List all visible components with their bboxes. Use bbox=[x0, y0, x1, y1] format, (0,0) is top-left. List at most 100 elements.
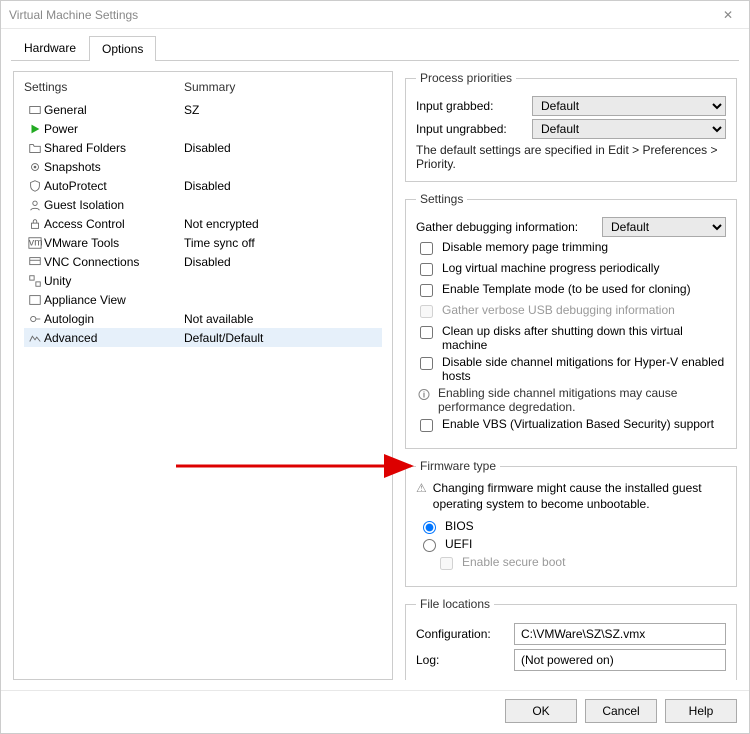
chk-verbose-usb bbox=[420, 305, 433, 318]
chk-cleanup-disks-label: Clean up disks after shutting down this … bbox=[442, 324, 726, 352]
radio-uefi[interactable] bbox=[423, 539, 436, 552]
chk-disable-scm[interactable] bbox=[420, 357, 433, 370]
tab-hardware[interactable]: Hardware bbox=[11, 35, 89, 60]
radio-uefi-label: UEFI bbox=[445, 537, 472, 551]
group-settings: Settings Gather debugging information: D… bbox=[405, 192, 737, 449]
cancel-button[interactable]: Cancel bbox=[585, 699, 657, 723]
legend-settings: Settings bbox=[416, 192, 467, 206]
tools-icon: vm bbox=[26, 236, 44, 250]
warning-icon: ⚠ bbox=[416, 481, 427, 512]
list-item-appliance-view[interactable]: Appliance View bbox=[24, 290, 382, 309]
titlebar: Virtual Machine Settings ✕ bbox=[1, 1, 749, 29]
list-item-label: Snapshots bbox=[44, 160, 184, 174]
group-process-priorities: Process priorities Input grabbed: Defaul… bbox=[405, 71, 737, 182]
help-button[interactable]: Help bbox=[665, 699, 737, 723]
list-item-label: VNC Connections bbox=[44, 255, 184, 269]
tabstrip: Hardware Options bbox=[1, 29, 749, 60]
legend-process-priorities: Process priorities bbox=[416, 71, 516, 85]
radio-bios-label: BIOS bbox=[445, 519, 474, 533]
label-gather-debug: Gather debugging information: bbox=[416, 220, 596, 234]
list-item-guest-isolation[interactable]: Guest Isolation bbox=[24, 195, 382, 214]
radio-bios[interactable] bbox=[423, 521, 436, 534]
chk-template-mode[interactable] bbox=[420, 284, 433, 297]
ok-button[interactable]: OK bbox=[505, 699, 577, 723]
lock-icon bbox=[26, 217, 44, 231]
chk-disable-scm-label: Disable side channel mitigations for Hyp… bbox=[442, 355, 726, 383]
list-item-summary: Not encrypted bbox=[184, 217, 380, 231]
select-input-ungrabbed[interactable]: Default bbox=[532, 119, 726, 139]
label-input-grabbed: Input grabbed: bbox=[416, 99, 526, 113]
chk-log-progress-label: Log virtual machine progress periodicall… bbox=[442, 261, 659, 275]
list-item-label: General bbox=[44, 103, 184, 117]
group-firmware-type: Firmware type ⚠ Changing firmware might … bbox=[405, 459, 737, 587]
priority-note: The default settings are specified in Ed… bbox=[416, 143, 726, 171]
col-settings: Settings bbox=[24, 80, 184, 94]
window-title: Virtual Machine Settings bbox=[9, 8, 715, 22]
tab-options[interactable]: Options bbox=[89, 36, 156, 61]
list-item-label: Guest Isolation bbox=[44, 198, 184, 212]
label-configuration: Configuration: bbox=[416, 627, 506, 641]
unity-icon bbox=[26, 274, 44, 288]
list-item-summary: Time sync off bbox=[184, 236, 380, 250]
list-item-autoprotect[interactable]: AutoProtectDisabled bbox=[24, 176, 382, 195]
chk-log-progress[interactable] bbox=[420, 263, 433, 276]
list-item-unity[interactable]: Unity bbox=[24, 271, 382, 290]
snapshot-icon bbox=[26, 160, 44, 174]
chk-enable-vbs-label: Enable VBS (Virtualization Based Securit… bbox=[442, 417, 714, 431]
select-gather-debug[interactable]: Default bbox=[602, 217, 726, 237]
list-item-label: VMware Tools bbox=[44, 236, 184, 250]
guest-icon bbox=[26, 198, 44, 212]
list-item-vmware-tools[interactable]: vmVMware ToolsTime sync off bbox=[24, 233, 382, 252]
close-icon[interactable]: ✕ bbox=[715, 6, 741, 24]
list-item-summary: Not available bbox=[184, 312, 380, 326]
shield-icon bbox=[26, 179, 44, 193]
list-item-label: Autologin bbox=[44, 312, 184, 326]
list-item-label: Unity bbox=[44, 274, 184, 288]
list-item-vnc-connections[interactable]: VNC ConnectionsDisabled bbox=[24, 252, 382, 271]
legend-firmware: Firmware type bbox=[416, 459, 500, 473]
chk-verbose-usb-label: Gather verbose USB debugging information bbox=[442, 303, 675, 317]
chk-enable-vbs[interactable] bbox=[420, 419, 433, 432]
gear-icon bbox=[26, 103, 44, 117]
list-item-shared-folders[interactable]: Shared FoldersDisabled bbox=[24, 138, 382, 157]
group-file-locations: File locations Configuration: C:\VMWare\… bbox=[405, 597, 737, 680]
options-list[interactable]: Settings Summary GeneralSZPowerShared Fo… bbox=[13, 71, 393, 680]
vnc-icon bbox=[26, 255, 44, 269]
label-input-ungrabbed: Input ungrabbed: bbox=[416, 122, 526, 136]
chk-disable-trimming[interactable] bbox=[420, 242, 433, 255]
list-item-snapshots[interactable]: Snapshots bbox=[24, 157, 382, 176]
chk-secure-boot-label: Enable secure boot bbox=[462, 555, 565, 569]
list-item-general[interactable]: GeneralSZ bbox=[24, 100, 382, 119]
list-item-summary: Disabled bbox=[184, 255, 380, 269]
list-item-label: Access Control bbox=[44, 217, 184, 231]
list-item-summary: Disabled bbox=[184, 179, 380, 193]
list-item-label: Advanced bbox=[44, 331, 184, 345]
chk-disable-trimming-label: Disable memory page trimming bbox=[442, 240, 608, 254]
legend-file-locations: File locations bbox=[416, 597, 494, 611]
value-log: (Not powered on) bbox=[514, 649, 726, 671]
svg-text:vm: vm bbox=[29, 236, 42, 248]
list-item-advanced[interactable]: AdvancedDefault/Default bbox=[24, 328, 382, 347]
list-item-label: AutoProtect bbox=[44, 179, 184, 193]
chk-cleanup-disks[interactable] bbox=[420, 326, 433, 339]
list-item-summary: SZ bbox=[184, 103, 380, 117]
list-item-autologin[interactable]: AutologinNot available bbox=[24, 309, 382, 328]
firmware-warning: Changing firmware might cause the instal… bbox=[433, 481, 726, 512]
list-item-power[interactable]: Power bbox=[24, 119, 382, 138]
list-item-label: Shared Folders bbox=[44, 141, 184, 155]
folder-icon bbox=[26, 141, 44, 155]
dialog-buttons: OK Cancel Help bbox=[1, 690, 749, 733]
list-item-label: Power bbox=[44, 122, 184, 136]
list-header: Settings Summary bbox=[24, 80, 382, 94]
advanced-icon bbox=[26, 331, 44, 345]
list-item-summary: Default/Default bbox=[184, 331, 380, 345]
col-summary: Summary bbox=[184, 80, 382, 94]
list-item-access-control[interactable]: Access ControlNot encrypted bbox=[24, 214, 382, 233]
value-configuration: C:\VMWare\SZ\SZ.vmx bbox=[514, 623, 726, 645]
chk-secure-boot bbox=[440, 557, 453, 570]
list-item-summary: Disabled bbox=[184, 141, 380, 155]
info-icon: 🛈 bbox=[416, 386, 432, 414]
label-log: Log: bbox=[416, 653, 506, 667]
appview-icon bbox=[26, 293, 44, 307]
select-input-grabbed[interactable]: Default bbox=[532, 96, 726, 116]
